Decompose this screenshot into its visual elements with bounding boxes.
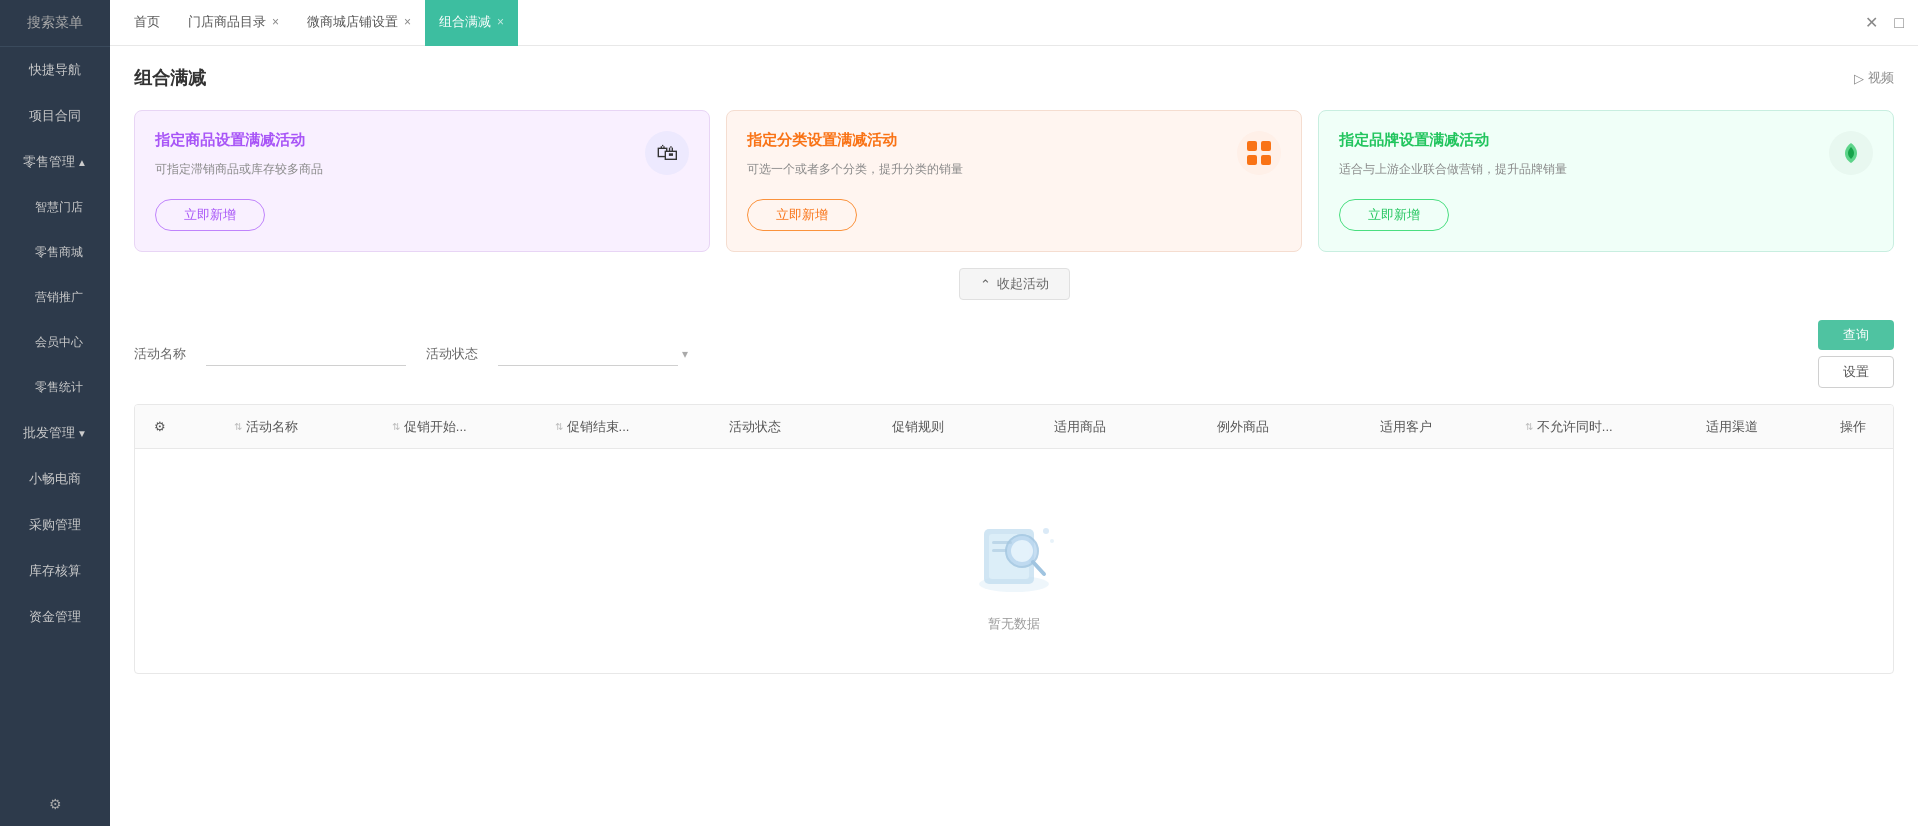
brand-card-title: 指定品牌设置满减活动: [1339, 131, 1873, 150]
product-card-title: 指定商品设置满减活动: [155, 131, 689, 150]
sidebar-item-project-contract[interactable]: 项目合同: [0, 93, 110, 139]
th-applicable-goods: 适用商品: [999, 418, 1162, 436]
sidebar-item-xiaochangec[interactable]: 小畅电商: [0, 456, 110, 502]
th-sort-activity-name[interactable]: ⇅: [234, 421, 242, 432]
th-promo-rule: 促销规则: [836, 418, 999, 436]
sidebar-item-capital-mgmt[interactable]: 资金管理: [0, 594, 110, 640]
filter-row: 活动名称 活动状态 ▾ 查询 设置: [134, 320, 1894, 388]
brand-card-desc: 适合与上游企业联合做营销，提升品牌销量: [1339, 160, 1873, 179]
svg-line-9: [1033, 562, 1044, 574]
svg-rect-10: [992, 541, 1012, 544]
page-title: 组合满减: [134, 66, 206, 90]
collapse-icon: ⌃: [980, 277, 991, 292]
cards-row: 指定商品设置满减活动 🛍 可指定滞销商品或库存较多商品 立即新增 指定分类设置满…: [134, 110, 1894, 252]
svg-point-13: [1050, 539, 1054, 543]
tab-combo-discount[interactable]: 组合满减 ×: [425, 0, 518, 46]
th-applicable-channel: 适用渠道: [1650, 418, 1813, 436]
window-maximize-btn[interactable]: □: [1890, 9, 1908, 36]
page-header: 组合满减 ▷ 视频: [134, 66, 1894, 90]
sidebar-item-retail-mgmt[interactable]: 零售管理 ▲: [0, 139, 110, 185]
tab-store-catalog[interactable]: 门店商品目录 ×: [174, 0, 293, 46]
product-card-add-btn[interactable]: 立即新增: [155, 199, 265, 231]
sidebar-settings-icon[interactable]: ⚙: [0, 782, 110, 826]
th-promo-start: ⇅ 促销开始...: [348, 418, 511, 436]
category-card: 指定分类设置满减活动 可选一个或者多个分类，提升分类的销量 立即新增: [726, 110, 1302, 252]
th-sort-no-concurrent[interactable]: ⇅: [1525, 421, 1533, 432]
empty-text: 暂无数据: [988, 615, 1040, 633]
th-sort-promo-end[interactable]: ⇅: [555, 421, 563, 432]
main-area: 首页 门店商品目录 × 微商城店铺设置 × 组合满减 × ✕ □ 组合满减 ▷ …: [110, 0, 1918, 826]
svg-rect-1: [1261, 141, 1271, 151]
tab-combo-discount-close[interactable]: ×: [497, 15, 504, 29]
sidebar-item-smart-store[interactable]: 智慧门店: [0, 185, 110, 230]
filter-status-label: 活动状态: [426, 345, 478, 363]
filter-status-select[interactable]: ▾: [498, 342, 688, 366]
video-play-icon: ▷: [1854, 71, 1864, 86]
th-activity-name: ⇅ 活动名称: [185, 418, 348, 436]
sidebar-item-inventory[interactable]: 库存核算: [0, 548, 110, 594]
tab-home[interactable]: 首页: [120, 0, 174, 46]
setting-button[interactable]: 设置: [1818, 356, 1894, 388]
svg-point-8: [1011, 540, 1033, 562]
th-gear[interactable]: ⚙: [135, 419, 185, 434]
table-gear-icon: ⚙: [154, 419, 166, 434]
category-card-title: 指定分类设置满减活动: [747, 131, 1281, 150]
sidebar-item-purchase-mgmt[interactable]: 采购管理: [0, 502, 110, 548]
tab-wechat-store[interactable]: 微商城店铺设置 ×: [293, 0, 425, 46]
sidebar-search[interactable]: 搜索菜单: [0, 0, 110, 47]
filter-name-label: 活动名称: [134, 345, 186, 363]
window-close-btn[interactable]: ✕: [1861, 9, 1882, 36]
th-operations: 操作: [1813, 418, 1893, 436]
empty-illustration: [964, 509, 1064, 599]
sidebar-item-wholesale-mgmt[interactable]: 批发管理 ▼: [0, 410, 110, 456]
category-card-desc: 可选一个或者多个分类，提升分类的销量: [747, 160, 1281, 179]
th-no-concurrent: ⇅ 不允许同时...: [1487, 418, 1650, 436]
svg-rect-11: [992, 549, 1007, 552]
brand-card-icon: [1829, 131, 1873, 175]
brand-card: 指定品牌设置满减活动 适合与上游企业联合做营销，提升品牌销量 立即新增: [1318, 110, 1894, 252]
th-exception-goods: 例外商品: [1162, 418, 1325, 436]
tab-wechat-store-close[interactable]: ×: [404, 15, 411, 29]
sidebar-item-retail-mall[interactable]: 零售商城: [0, 230, 110, 275]
filter-status-input[interactable]: [498, 342, 678, 366]
th-applicable-customer: 适用客户: [1325, 418, 1488, 436]
filter-actions: 查询 设置: [1818, 320, 1894, 388]
th-sort-promo-start[interactable]: ⇅: [392, 421, 400, 432]
collapse-row: ⌃ 收起活动: [134, 268, 1894, 300]
product-card: 指定商品设置满减活动 🛍 可指定滞销商品或库存较多商品 立即新增: [134, 110, 710, 252]
svg-rect-3: [1261, 155, 1271, 165]
wholesale-mgmt-arrow: ▼: [77, 428, 87, 439]
video-link[interactable]: ▷ 视频: [1854, 69, 1894, 87]
sidebar-item-marketing[interactable]: 营销推广: [0, 275, 110, 320]
tab-bar: 首页 门店商品目录 × 微商城店铺设置 × 组合满减 × ✕ □: [110, 0, 1918, 46]
filter-name-input[interactable]: [206, 342, 406, 366]
retail-mgmt-arrow: ▲: [77, 157, 87, 168]
brand-card-add-btn[interactable]: 立即新增: [1339, 199, 1449, 231]
query-button[interactable]: 查询: [1818, 320, 1894, 350]
table-header: ⚙ ⇅ 活动名称 ⇅ 促销开始... ⇅ 促销结束... 活动状态: [135, 405, 1893, 449]
empty-state: 暂无数据: [135, 449, 1893, 673]
th-activity-status: 活动状态: [673, 418, 836, 436]
svg-rect-0: [1247, 141, 1257, 151]
sidebar: 搜索菜单 快捷导航 项目合同 零售管理 ▲ 智慧门店 零售商城 营销推广 会员中…: [0, 0, 110, 826]
sidebar-item-retail-stats[interactable]: 零售统计: [0, 365, 110, 410]
data-table: ⚙ ⇅ 活动名称 ⇅ 促销开始... ⇅ 促销结束... 活动状态: [134, 404, 1894, 674]
category-card-icon: [1237, 131, 1281, 175]
product-card-icon: 🛍: [645, 131, 689, 175]
svg-point-12: [1043, 528, 1049, 534]
filter-status-chevron: ▾: [682, 347, 688, 361]
svg-rect-2: [1247, 155, 1257, 165]
sidebar-item-quick-nav[interactable]: 快捷导航: [0, 47, 110, 93]
th-promo-end: ⇅ 促销结束...: [511, 418, 674, 436]
product-card-desc: 可指定滞销商品或库存较多商品: [155, 160, 689, 179]
sidebar-item-member-center[interactable]: 会员中心: [0, 320, 110, 365]
content-area: 组合满减 ▷ 视频 指定商品设置满减活动 🛍 可指定滞销商品或库存较多商品 立即…: [110, 46, 1918, 826]
category-card-add-btn[interactable]: 立即新增: [747, 199, 857, 231]
collapse-btn[interactable]: ⌃ 收起活动: [959, 268, 1070, 300]
tab-actions: ✕ □: [1861, 9, 1908, 36]
tab-store-catalog-close[interactable]: ×: [272, 15, 279, 29]
